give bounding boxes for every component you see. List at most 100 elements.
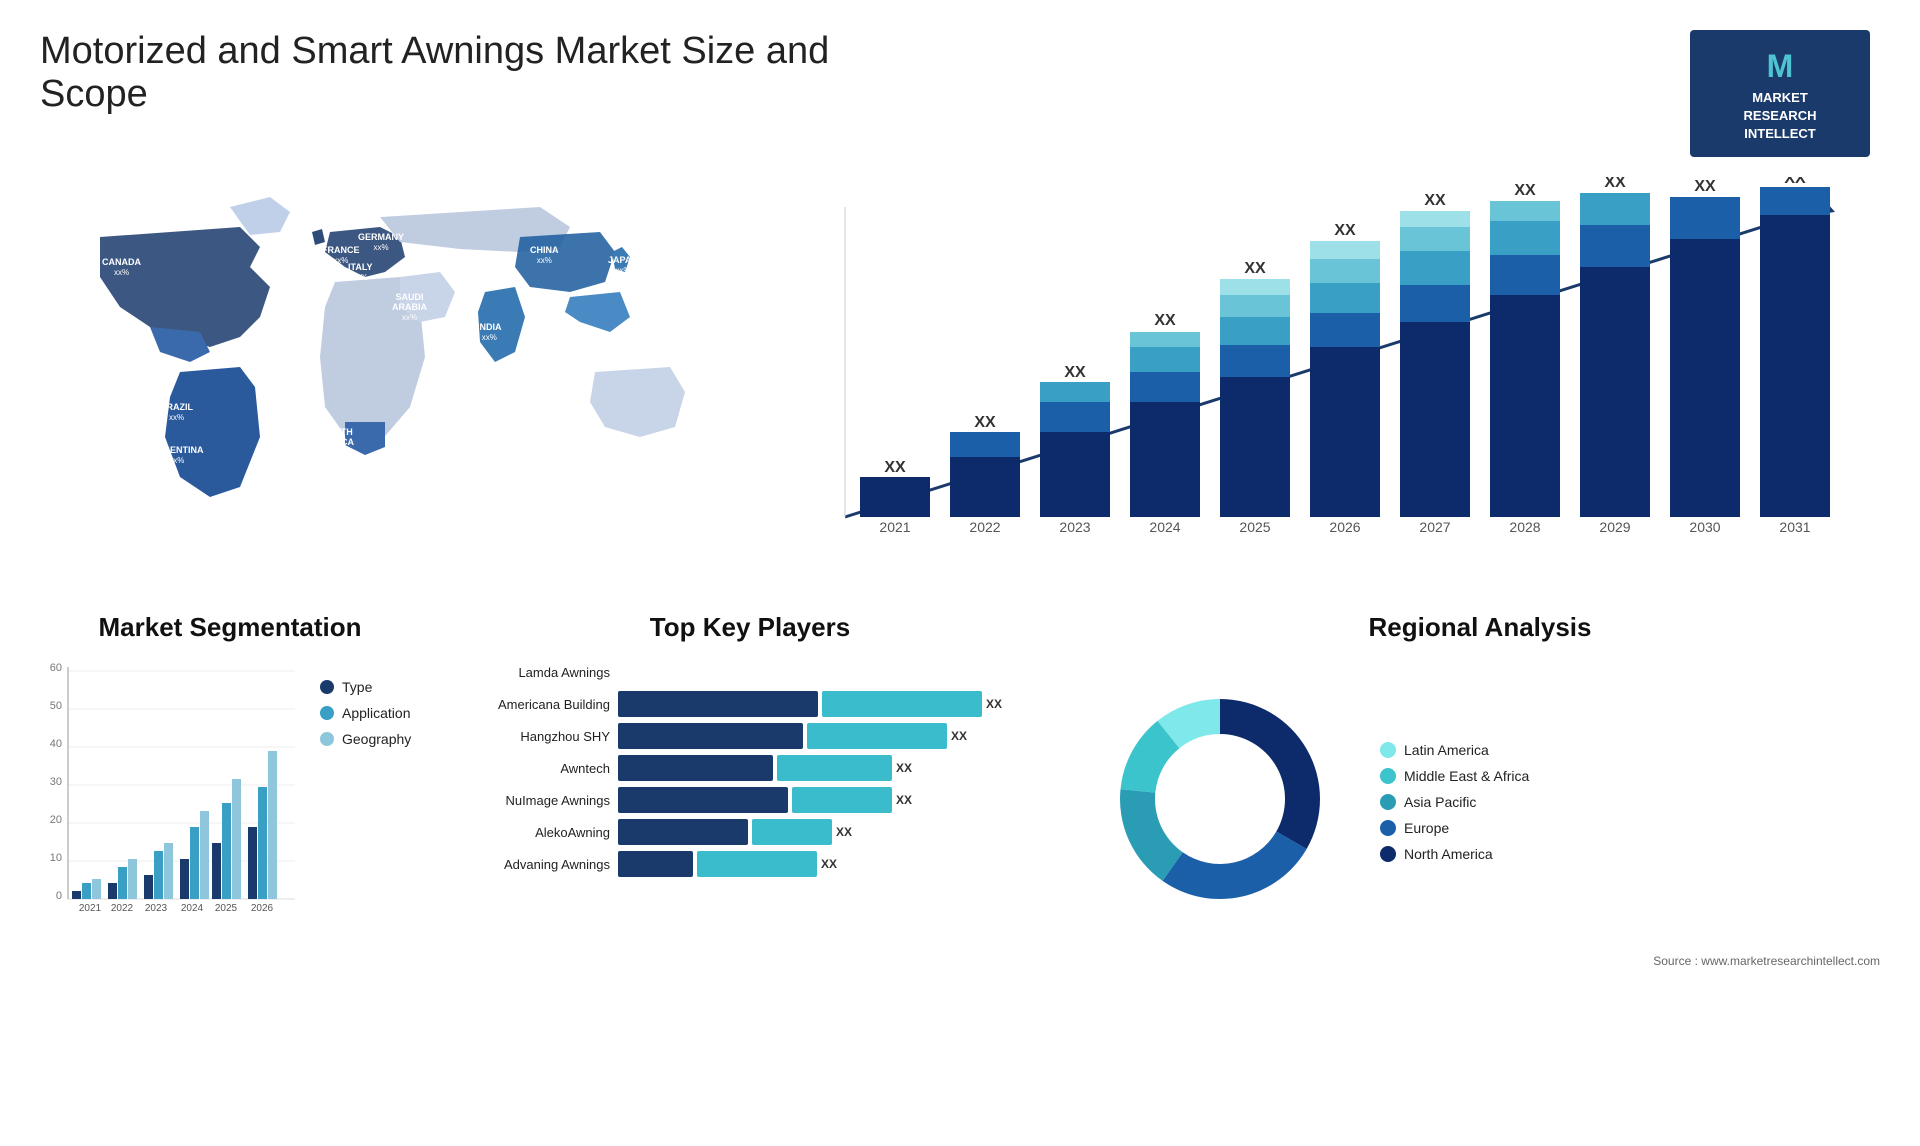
svg-text:XX: XX xyxy=(1784,177,1806,187)
player-name-advaning: Advaning Awnings xyxy=(440,857,610,872)
europe-label: Europe xyxy=(1404,820,1449,836)
bar-light-hangzhou xyxy=(807,723,947,749)
page-header: Motorized and Smart Awnings Market Size … xyxy=(40,30,1880,157)
bar-dark-americana xyxy=(618,691,818,717)
north-america-dot xyxy=(1380,846,1396,862)
svg-text:2021: 2021 xyxy=(879,519,910,535)
growth-chart-section: XX 2021 XX 2022 XX 2023 XX 2024 xyxy=(750,177,1880,582)
xx-nuimage: XX xyxy=(896,793,912,807)
svg-text:50: 50 xyxy=(50,700,62,712)
svg-text:2024: 2024 xyxy=(1149,519,1180,535)
svg-text:2026: 2026 xyxy=(1329,519,1360,535)
donut-container: Latin America Middle East & Africa Asia … xyxy=(1080,659,1880,944)
player-row-nuimage: NuImage Awnings XX xyxy=(440,787,1060,813)
svg-text:30: 30 xyxy=(50,776,62,788)
logo: M MARKET RESEARCH INTELLECT xyxy=(1680,30,1880,157)
regional-title: Regional Analysis xyxy=(1080,612,1880,643)
bar-dark-nuimage xyxy=(618,787,788,813)
segmentation-chart: 0 10 20 30 40 50 60 xyxy=(40,659,420,919)
xx-americana: XX xyxy=(986,697,1002,711)
player-row-americana: Americana Building XX xyxy=(440,691,1060,717)
donut-chart-svg xyxy=(1080,659,1360,939)
svg-text:2030: 2030 xyxy=(1689,519,1720,535)
svg-text:2026: 2026 xyxy=(251,903,274,914)
svg-text:2024: 2024 xyxy=(181,903,204,914)
bar-dark-awntech xyxy=(618,755,773,781)
players-list: Lamda Awnings Americana Building XX Hang… xyxy=(440,659,1060,877)
world-map-svg xyxy=(40,177,720,577)
svg-text:20: 20 xyxy=(50,814,62,826)
svg-text:2022: 2022 xyxy=(111,903,134,914)
player-row-advaning: Advaning Awnings XX xyxy=(440,851,1060,877)
type-label: Type xyxy=(342,679,372,695)
north-america-label: North America xyxy=(1404,846,1493,862)
player-name-awntech: Awntech xyxy=(440,761,610,776)
player-row-lamda: Lamda Awnings xyxy=(440,659,1060,685)
svg-text:10: 10 xyxy=(50,852,62,864)
legend-geography: Geography xyxy=(320,731,411,747)
world-map: CANADAxx% U.S.xx% MEXICOxx% BRAZILxx% AR… xyxy=(40,177,720,577)
svg-text:2022: 2022 xyxy=(969,519,1000,535)
top-section: CANADAxx% U.S.xx% MEXICOxx% BRAZILxx% AR… xyxy=(40,177,1880,582)
xx-hangzhou: XX xyxy=(951,729,967,743)
player-name-hangzhou: Hangzhou SHY xyxy=(440,729,610,744)
geography-label: Geography xyxy=(342,731,411,747)
svg-text:40: 40 xyxy=(50,738,62,750)
svg-text:XX: XX xyxy=(1064,364,1086,381)
player-name-americana: Americana Building xyxy=(440,697,610,712)
player-row-awntech: Awntech XX xyxy=(440,755,1060,781)
legend-latin-america: Latin America xyxy=(1380,742,1529,758)
svg-text:2028: 2028 xyxy=(1509,519,1540,535)
xx-awntech: XX xyxy=(896,761,912,775)
player-bar-awntech: XX xyxy=(618,755,1060,781)
player-row-hangzhou: Hangzhou SHY XX xyxy=(440,723,1060,749)
key-players-section: Top Key Players Lamda Awnings Americana … xyxy=(440,612,1060,968)
svg-text:2027: 2027 xyxy=(1419,519,1450,535)
legend-asia-pacific: Asia Pacific xyxy=(1380,794,1529,810)
middle-east-label: Middle East & Africa xyxy=(1404,768,1529,784)
segmentation-legend: Type Application Geography xyxy=(320,659,411,747)
svg-text:XX: XX xyxy=(1604,177,1626,191)
svg-text:2023: 2023 xyxy=(145,903,168,914)
player-bar-americana: XX xyxy=(618,691,1060,717)
player-name-nuimage: NuImage Awnings xyxy=(440,793,610,808)
bar-light-americana xyxy=(822,691,982,717)
segmentation-title: Market Segmentation xyxy=(40,612,420,643)
map-section: CANADAxx% U.S.xx% MEXICOxx% BRAZILxx% AR… xyxy=(40,177,720,582)
svg-text:2029: 2029 xyxy=(1599,519,1630,535)
logo-line3: INTELLECT xyxy=(1744,126,1816,141)
player-bar-hangzhou: XX xyxy=(618,723,1060,749)
svg-text:2021: 2021 xyxy=(79,903,102,914)
player-bar-nuimage: XX xyxy=(618,787,1060,813)
legend-application: Application xyxy=(320,705,411,721)
svg-text:XX: XX xyxy=(1334,222,1356,239)
growth-bar-chart: XX 2021 XX 2022 XX 2023 XX 2024 xyxy=(750,177,1880,577)
type-dot xyxy=(320,680,334,694)
svg-text:2023: 2023 xyxy=(1059,519,1090,535)
logo-line2: RESEARCH xyxy=(1744,108,1817,123)
legend-north-america: North America xyxy=(1380,846,1529,862)
donut-chart-wrap xyxy=(1080,659,1360,944)
logo-box: M MARKET RESEARCH INTELLECT xyxy=(1690,30,1870,157)
latin-america-dot xyxy=(1380,742,1396,758)
europe-dot xyxy=(1380,820,1396,836)
regional-legend: Latin America Middle East & Africa Asia … xyxy=(1380,742,1529,862)
svg-text:60: 60 xyxy=(50,662,62,674)
regional-section: Regional Analysis xyxy=(1080,612,1880,968)
player-bar-lamda xyxy=(618,659,1060,685)
svg-text:XX: XX xyxy=(1514,182,1536,199)
middle-east-dot xyxy=(1380,768,1396,784)
svg-text:XX: XX xyxy=(1424,192,1446,209)
bar-light-aleko xyxy=(752,819,832,845)
application-label: Application xyxy=(342,705,411,721)
player-row-aleko: AlekoAwning XX xyxy=(440,819,1060,845)
player-name-lamda: Lamda Awnings xyxy=(440,665,610,680)
svg-text:2031: 2031 xyxy=(1779,519,1810,535)
legend-europe: Europe xyxy=(1380,820,1529,836)
svg-text:XX: XX xyxy=(1694,178,1716,195)
logo-letter: M xyxy=(1706,44,1854,89)
svg-text:XX: XX xyxy=(1244,260,1266,277)
player-name-aleko: AlekoAwning xyxy=(440,825,610,840)
legend-type: Type xyxy=(320,679,411,695)
asia-pacific-dot xyxy=(1380,794,1396,810)
